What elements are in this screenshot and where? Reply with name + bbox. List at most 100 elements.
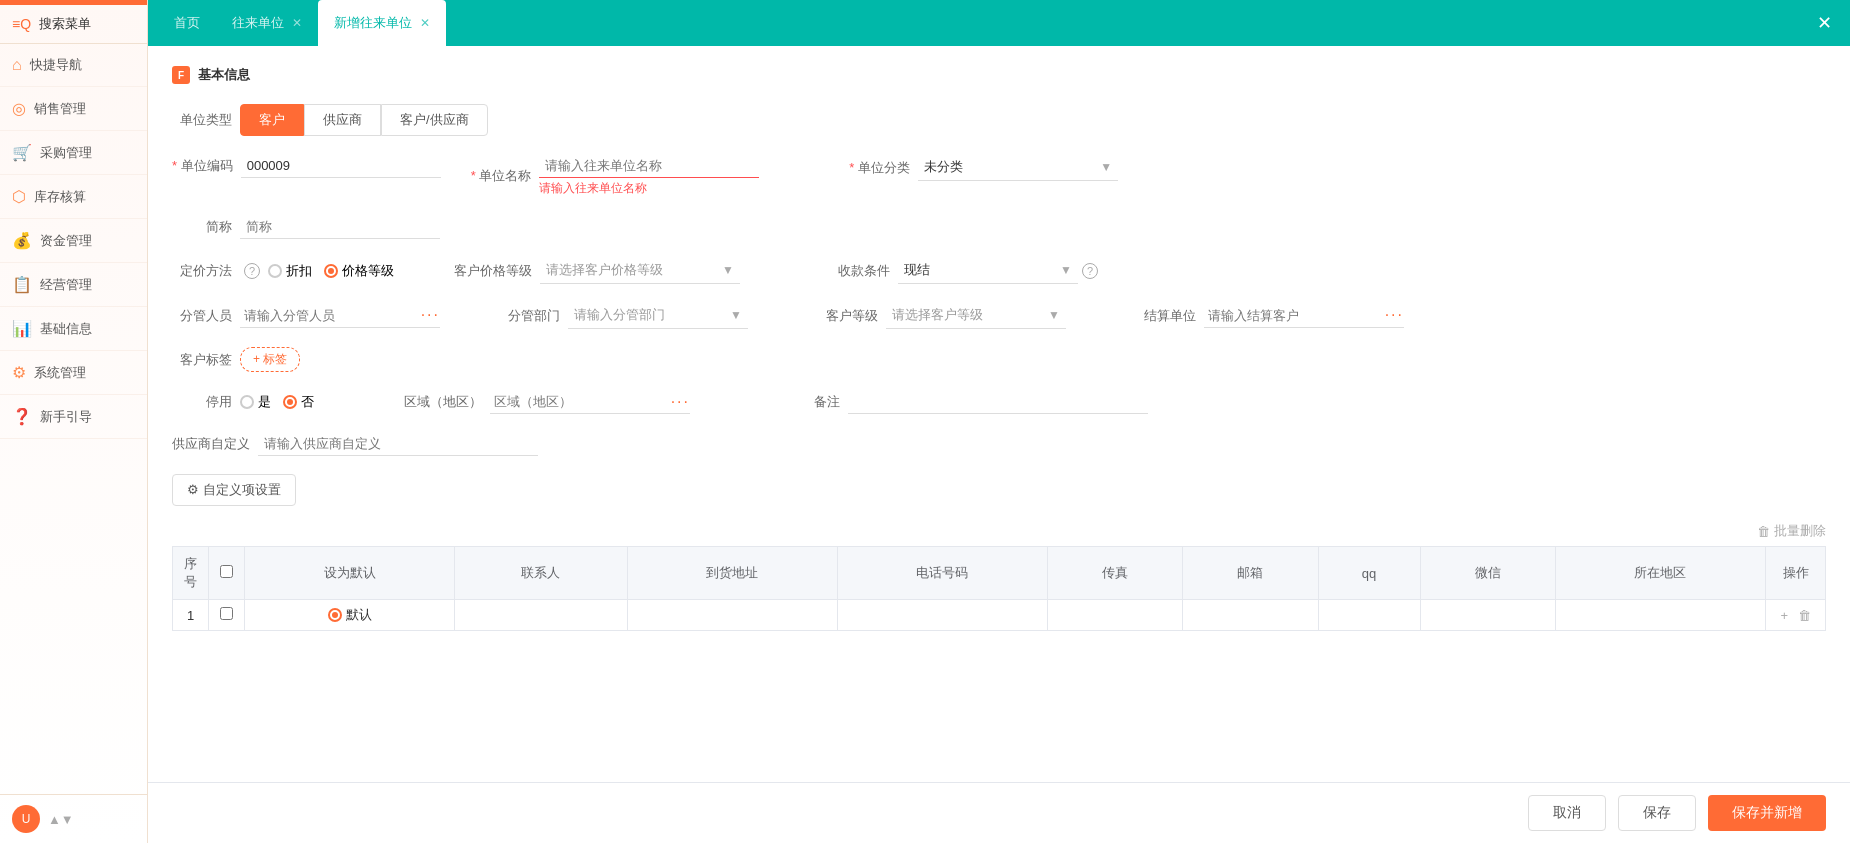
table-header-default: 设为默认 — [245, 547, 455, 600]
row-checkbox-input[interactable] — [220, 607, 233, 620]
pricing-help-icon[interactable]: ? — [244, 263, 260, 279]
row-region — [1555, 600, 1765, 631]
supplier-custom-field: 供应商自定义 — [172, 432, 538, 456]
unit-name-label: 单位名称 — [471, 167, 532, 185]
sidebar-item-system[interactable]: ⚙ 系统管理 — [0, 351, 147, 395]
unit-type-field: 单位类型 客户 供应商 客户/供应商 — [172, 104, 488, 136]
avatar: U — [12, 805, 40, 833]
pricing-level-option[interactable]: 价格等级 — [324, 262, 394, 280]
row-add-btn[interactable]: + — [1780, 608, 1788, 623]
row-default-radio-item[interactable]: 默认 — [255, 606, 444, 624]
department-select[interactable]: 请输入分管部门 ▼ — [568, 302, 748, 329]
form-area: F 基本信息 单位类型 客户 供应商 客户/供应商 单位编码 单位名称 — [148, 46, 1850, 782]
sidebar-item-base-info[interactable]: 📊 基础信息 — [0, 307, 147, 351]
customer-price-level-select[interactable]: 请选择客户价格等级 ▼ — [540, 257, 740, 284]
unit-category-label: 单位分类 — [849, 159, 910, 177]
unit-type-both-btn[interactable]: 客户/供应商 — [381, 104, 488, 136]
short-name-row: 简称 — [172, 215, 1826, 239]
row-fax — [1047, 600, 1182, 631]
sales-icon: ◎ — [12, 99, 26, 118]
tab-new-partner-close[interactable]: ✕ — [420, 16, 430, 30]
pricing-discount-option[interactable]: 折扣 — [268, 262, 312, 280]
batch-delete-icon: 🗑 — [1757, 524, 1770, 539]
batch-delete-area: 🗑 批量删除 — [172, 522, 1826, 540]
save-button[interactable]: 保存 — [1618, 795, 1696, 831]
table-header-checkbox-input[interactable] — [220, 565, 233, 578]
customer-level-select[interactable]: 请选择客户等级 ▼ — [886, 302, 1066, 329]
unit-type-group: 客户 供应商 客户/供应商 — [240, 104, 488, 136]
finance-icon: 💰 — [12, 231, 32, 250]
short-name-label: 简称 — [172, 218, 232, 236]
sidebar-bottom: U ▲▼ — [0, 794, 147, 843]
row-delete-btn[interactable]: 🗑 — [1798, 608, 1811, 623]
customer-price-level-placeholder: 请选择客户价格等级 — [546, 261, 722, 279]
tab-bar-close-btn[interactable]: ✕ — [1809, 12, 1840, 34]
settlement-unit-input[interactable] — [1204, 304, 1381, 327]
base-info-icon: 📊 — [12, 319, 32, 338]
department-field: 分管部门 请输入分管部门 ▼ — [500, 302, 748, 329]
table-header-row: 序号 设为默认 联系人 到货地址 电话号码 传真 邮箱 qq 微信 所在地区 操… — [173, 547, 1826, 600]
region-input[interactable] — [490, 390, 667, 413]
customer-level-field: 客户等级 请选择客户等级 ▼ — [818, 302, 1066, 329]
tab-new-partner-label: 新增往来单位 — [334, 14, 412, 32]
unit-type-customer-btn[interactable]: 客户 — [240, 104, 304, 136]
payment-terms-select[interactable]: 现结 ▼ — [898, 257, 1078, 284]
unit-name-input[interactable] — [539, 154, 759, 178]
remarks-input[interactable] — [848, 390, 1148, 414]
tab-partners-close[interactable]: ✕ — [292, 16, 302, 30]
sidebar-search[interactable]: ≡Q 搜索菜单 — [0, 5, 147, 44]
pricing-discount-label: 折扣 — [286, 262, 312, 280]
region-label: 区域（地区） — [404, 393, 482, 411]
customer-price-level-field: 客户价格等级 请选择客户价格等级 ▼ — [454, 257, 740, 284]
manager-input-wrap: ··· — [240, 304, 440, 328]
sidebar-item-purchase[interactable]: 🛒 采购管理 — [0, 131, 147, 175]
cancel-button[interactable]: 取消 — [1528, 795, 1606, 831]
customer-tags-row: 客户标签 + 标签 — [172, 347, 1826, 372]
table-row: 1 默认 — [173, 600, 1826, 631]
payment-terms-label: 收款条件 — [830, 262, 890, 280]
disabled-yes-radio — [240, 395, 254, 409]
sidebar-item-quick-nav[interactable]: ⌂ 快捷导航 — [0, 44, 147, 87]
row-action: + 🗑 — [1766, 600, 1826, 631]
payment-help-icon[interactable]: ? — [1082, 263, 1098, 279]
manager-input[interactable] — [240, 304, 417, 327]
sidebar-item-finance[interactable]: 💰 资金管理 — [0, 219, 147, 263]
region-more-btn[interactable]: ··· — [671, 393, 690, 411]
unit-type-supplier-btn[interactable]: 供应商 — [304, 104, 381, 136]
disabled-no-option[interactable]: 否 — [283, 393, 314, 411]
sidebar-item-sales[interactable]: ◎ 销售管理 — [0, 87, 147, 131]
save-new-button[interactable]: 保存并新增 — [1708, 795, 1826, 831]
add-tag-btn[interactable]: + 标签 — [240, 347, 300, 372]
batch-delete-label[interactable]: 批量删除 — [1774, 522, 1826, 540]
table-header-action: 操作 — [1766, 547, 1826, 600]
settlement-unit-wrap: ··· — [1204, 304, 1404, 328]
unit-category-select[interactable]: 未分类 ▼ — [918, 154, 1118, 181]
tab-partners[interactable]: 往来单位 ✕ — [216, 0, 318, 46]
custom-settings-btn[interactable]: ⚙ 自定义项设置 — [172, 474, 296, 506]
row-contact — [455, 600, 628, 631]
tab-new-partner[interactable]: 新增往来单位 ✕ — [318, 0, 446, 46]
customer-price-level-label: 客户价格等级 — [454, 262, 532, 280]
sidebar-item-inventory[interactable]: ⬡ 库存核算 — [0, 175, 147, 219]
unit-code-input[interactable] — [241, 154, 441, 178]
settlement-more-btn[interactable]: ··· — [1385, 306, 1404, 324]
manager-more-btn[interactable]: ··· — [421, 306, 440, 324]
sidebar-item-newbie[interactable]: ❓ 新手引导 — [0, 395, 147, 439]
pricing-discount-radio — [268, 264, 282, 278]
sidebar-item-label: 新手引导 — [40, 408, 92, 426]
supplier-custom-input[interactable] — [258, 432, 538, 456]
row-default-label: 默认 — [346, 606, 372, 624]
customer-level-placeholder: 请选择客户等级 — [892, 306, 1048, 324]
table-header-email: 邮箱 — [1183, 547, 1318, 600]
tab-home[interactable]: 首页 — [158, 0, 216, 46]
region-wrap: ··· — [490, 390, 690, 414]
pricing-row: 定价方法 ? 折扣 价格等级 客户价格等级 请选择客户价格等级 — [172, 257, 1826, 284]
table-header-wechat: 微信 — [1420, 547, 1555, 600]
table-header-qq: qq — [1318, 547, 1420, 600]
disabled-yes-option[interactable]: 是 — [240, 393, 271, 411]
sidebar-item-operations[interactable]: 📋 经营管理 — [0, 263, 147, 307]
row-phone — [837, 600, 1047, 631]
unit-category-value: 未分类 — [924, 158, 1100, 176]
short-name-input[interactable] — [240, 215, 440, 239]
row-default: 默认 — [245, 600, 455, 631]
